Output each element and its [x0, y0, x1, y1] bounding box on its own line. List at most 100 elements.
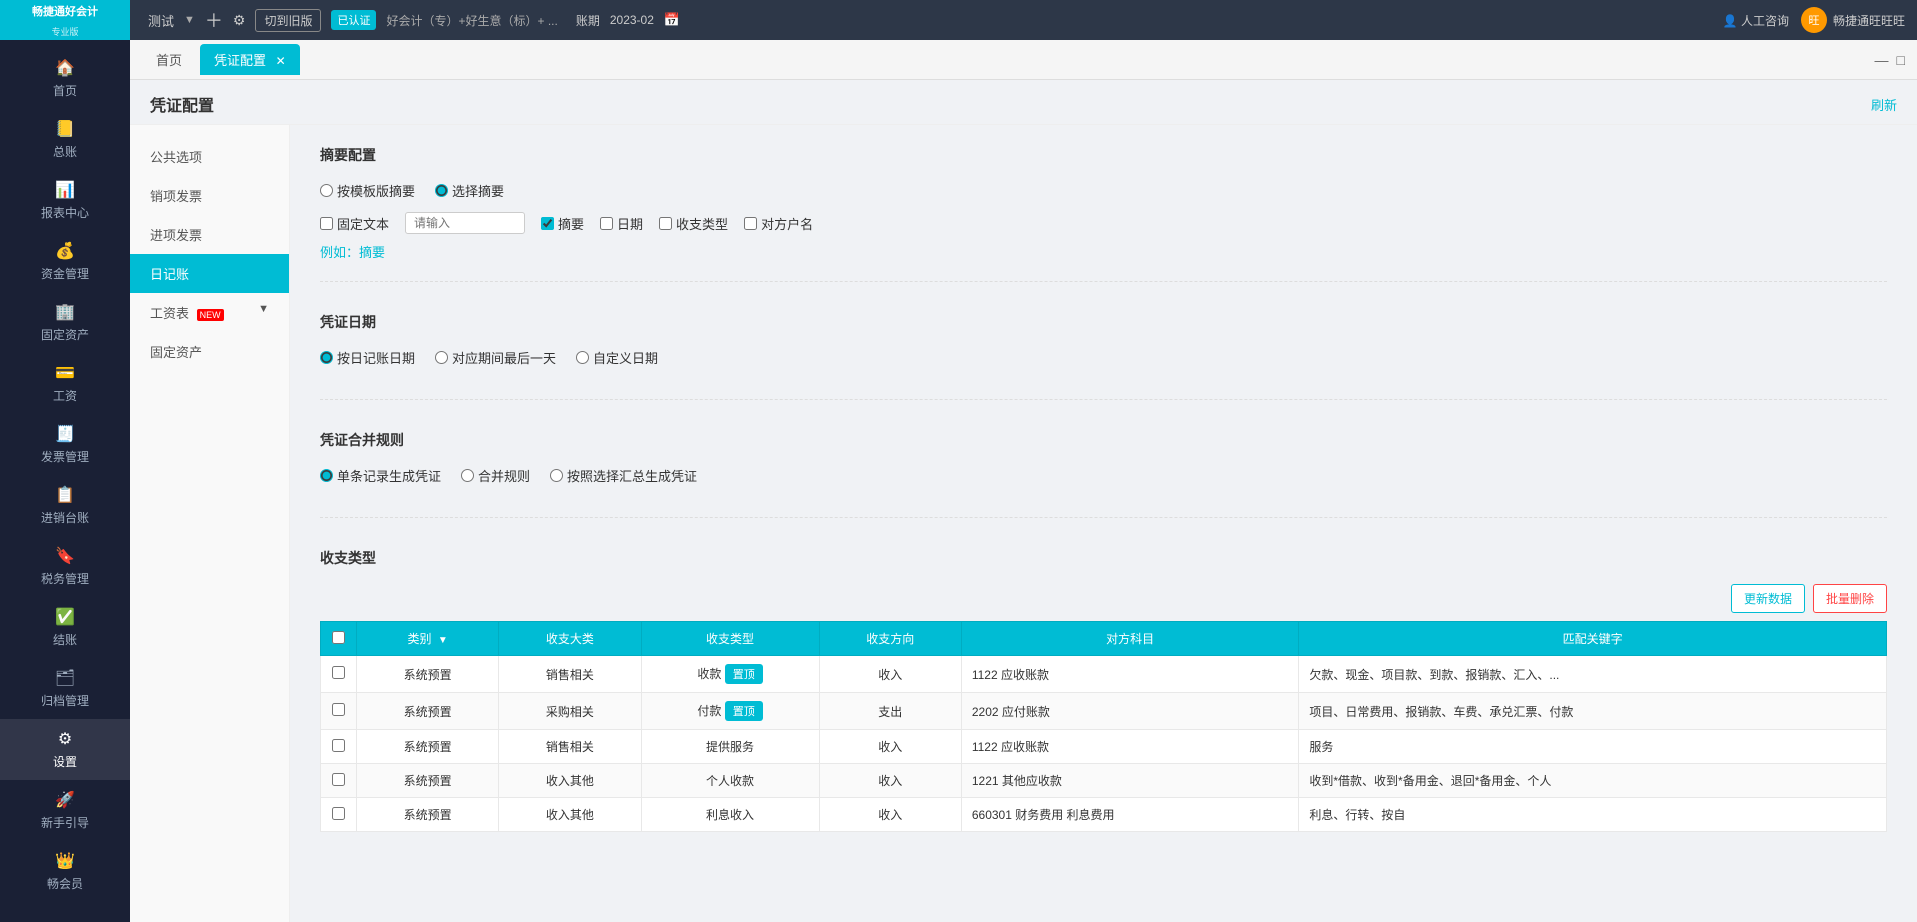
- row-checkbox[interactable]: [332, 739, 345, 752]
- row-type: 收款 置顶: [641, 656, 819, 693]
- category-sort-icon[interactable]: ▼: [438, 635, 448, 646]
- merge-rules-section: 凭证合并规则 单条记录生成凭证 合并规则 按照选择汇总生成凭证: [320, 430, 1887, 518]
- sidebar-item-salary[interactable]: 💳 工资: [0, 353, 130, 414]
- service-label[interactable]: 👤 人工咨询: [1723, 12, 1789, 29]
- radio-select-input[interactable]: [435, 184, 448, 197]
- merge-rules-title: 凭证合并规则: [320, 430, 1887, 450]
- plus-icon[interactable]: ＋: [205, 7, 223, 33]
- gear-icon[interactable]: ⚙: [233, 12, 246, 29]
- top-tag-button[interactable]: 置顶: [725, 701, 763, 721]
- left-nav-sales[interactable]: 销项发票: [130, 176, 289, 215]
- left-nav-journal[interactable]: 日记账: [130, 254, 289, 293]
- tab-bar: 首页 凭证配置 ✕ — □: [130, 40, 1917, 80]
- fixed-text-label: 固定文本: [337, 214, 389, 233]
- dropdown-icon[interactable]: ▼: [184, 14, 195, 26]
- checkbox-counterpart[interactable]: 对方户名: [744, 214, 813, 233]
- left-nav-public[interactable]: 公共选项: [130, 137, 289, 176]
- certified-badge: 已认证: [331, 10, 376, 30]
- sidebar-label-settings: 设置: [53, 753, 77, 770]
- sidebar-item-tax[interactable]: 🔖 税务管理: [0, 536, 130, 597]
- assets-icon: 🏢: [55, 302, 75, 322]
- row-checkbox[interactable]: [332, 807, 345, 820]
- checkbox-type[interactable]: 收支类型: [659, 214, 728, 233]
- row-checkbox[interactable]: [332, 703, 345, 716]
- update-data-button[interactable]: 更新数据: [1731, 584, 1805, 613]
- radio-template-input[interactable]: [320, 184, 333, 197]
- top-tag-button[interactable]: 置顶: [725, 664, 763, 684]
- radio-custom-date[interactable]: 自定义日期: [576, 348, 658, 367]
- left-nav-purchase-inv[interactable]: 进项发票: [130, 215, 289, 254]
- row-type: 提供服务: [641, 730, 819, 764]
- checkbox-fixed-text[interactable]: 固定文本: [320, 214, 389, 233]
- date-checkbox[interactable]: [600, 217, 613, 230]
- sidebar-item-guide[interactable]: 🚀 新手引导: [0, 780, 130, 841]
- left-nav-payroll[interactable]: 工资表 NEW ▼: [130, 293, 289, 332]
- row-checkbox[interactable]: [332, 773, 345, 786]
- radio-template[interactable]: 按模板版摘要: [320, 181, 415, 200]
- sidebar-item-funds[interactable]: 💰 资金管理: [0, 231, 130, 292]
- sidebar-item-invoice[interactable]: 🧾 发票管理: [0, 414, 130, 475]
- sidebar-item-reports[interactable]: 📊 报表中心: [0, 170, 130, 231]
- row-checkbox[interactable]: [332, 666, 345, 679]
- voucher-date-title: 凭证日期: [320, 312, 1887, 332]
- radio-period-last-input[interactable]: [435, 351, 448, 364]
- radio-merge-input[interactable]: [461, 469, 474, 482]
- sidebar-item-member[interactable]: 👑 畅会员: [0, 841, 130, 902]
- tab-maximize-button[interactable]: □: [1897, 52, 1905, 68]
- tab-home[interactable]: 首页: [142, 44, 196, 75]
- user-info: 旺 畅捷通旺旺旺: [1801, 7, 1905, 33]
- radio-period-last[interactable]: 对应期间最后一天: [435, 348, 556, 367]
- table-actions: 更新数据 批量删除: [320, 584, 1887, 613]
- row-check-cell: [321, 764, 357, 798]
- select-all-checkbox[interactable]: [332, 631, 345, 644]
- sidebar-item-assets[interactable]: 🏢 固定资产: [0, 292, 130, 353]
- batch-delete-button[interactable]: 批量删除: [1813, 584, 1887, 613]
- income-expense-table: 类别 ▼ 收支大类 收支类型 收支方向 对方科目 匹配关键字: [320, 621, 1887, 832]
- fixed-text-input[interactable]: [405, 212, 525, 234]
- tab-actions: — □: [1875, 52, 1905, 68]
- radio-journal-date[interactable]: 按日记账日期: [320, 348, 415, 367]
- sidebar-item-archive[interactable]: 🗂 归档管理: [0, 658, 130, 719]
- tab-voucher-config[interactable]: 凭证配置 ✕: [200, 44, 300, 75]
- sidebar-item-ledger[interactable]: 📒 总账: [0, 109, 130, 170]
- sidebar-item-settings[interactable]: ⚙ 设置: [0, 719, 130, 780]
- old-version-button[interactable]: 切到旧版: [255, 9, 321, 32]
- checkbox-summary[interactable]: 摘要: [541, 214, 584, 233]
- radio-period-last-label: 对应期间最后一天: [452, 348, 556, 367]
- sidebar-item-home[interactable]: 🏠 首页: [0, 48, 130, 109]
- radio-select-total[interactable]: 按照选择汇总生成凭证: [550, 466, 697, 485]
- sidebar-label-settle: 结账: [53, 631, 77, 648]
- radio-journal-date-input[interactable]: [320, 351, 333, 364]
- fixed-text-checkbox[interactable]: [320, 217, 333, 230]
- radio-single-input[interactable]: [320, 469, 333, 482]
- row-type: 利息收入: [641, 798, 819, 832]
- refresh-button[interactable]: 刷新: [1871, 95, 1897, 114]
- radio-merge[interactable]: 合并规则: [461, 466, 530, 485]
- radio-custom-date-input[interactable]: [576, 351, 589, 364]
- expand-icon[interactable]: ▼: [258, 303, 269, 315]
- row-direction: 收入: [819, 764, 961, 798]
- date-radio-group: 按日记账日期 对应期间最后一天 自定义日期: [320, 348, 1887, 367]
- radio-select-total-input[interactable]: [550, 469, 563, 482]
- row-account: 1122 应收账款: [961, 730, 1299, 764]
- tab-close-icon[interactable]: ✕: [276, 54, 286, 68]
- type-checkbox[interactable]: [659, 217, 672, 230]
- counterpart-checkbox[interactable]: [744, 217, 757, 230]
- sidebar-label-member: 畅会员: [47, 875, 83, 892]
- sidebar-label-purchase: 进销台账: [41, 509, 89, 526]
- invoice-icon: 🧾: [55, 424, 75, 444]
- sidebar-label-guide: 新手引导: [41, 814, 89, 831]
- radio-single[interactable]: 单条记录生成凭证: [320, 466, 441, 485]
- left-nav-fixed-assets[interactable]: 固定资产: [130, 332, 289, 371]
- page-body: 公共选项 销项发票 进项发票 日记账 工资表 NEW ▼ 固定资产 摘要配置: [130, 125, 1917, 922]
- row-major-type: 销售相关: [499, 730, 641, 764]
- test-label: 测试: [148, 11, 174, 30]
- summary-checkbox[interactable]: [541, 217, 554, 230]
- sidebar-item-settle[interactable]: ✅ 结账: [0, 597, 130, 658]
- tab-minimize-button[interactable]: —: [1875, 52, 1889, 68]
- settings-icon: ⚙: [58, 729, 72, 749]
- calendar-icon[interactable]: 📅: [664, 12, 680, 28]
- checkbox-date[interactable]: 日期: [600, 214, 643, 233]
- sidebar-item-purchase[interactable]: 📋 进销台账: [0, 475, 130, 536]
- radio-select[interactable]: 选择摘要: [435, 181, 504, 200]
